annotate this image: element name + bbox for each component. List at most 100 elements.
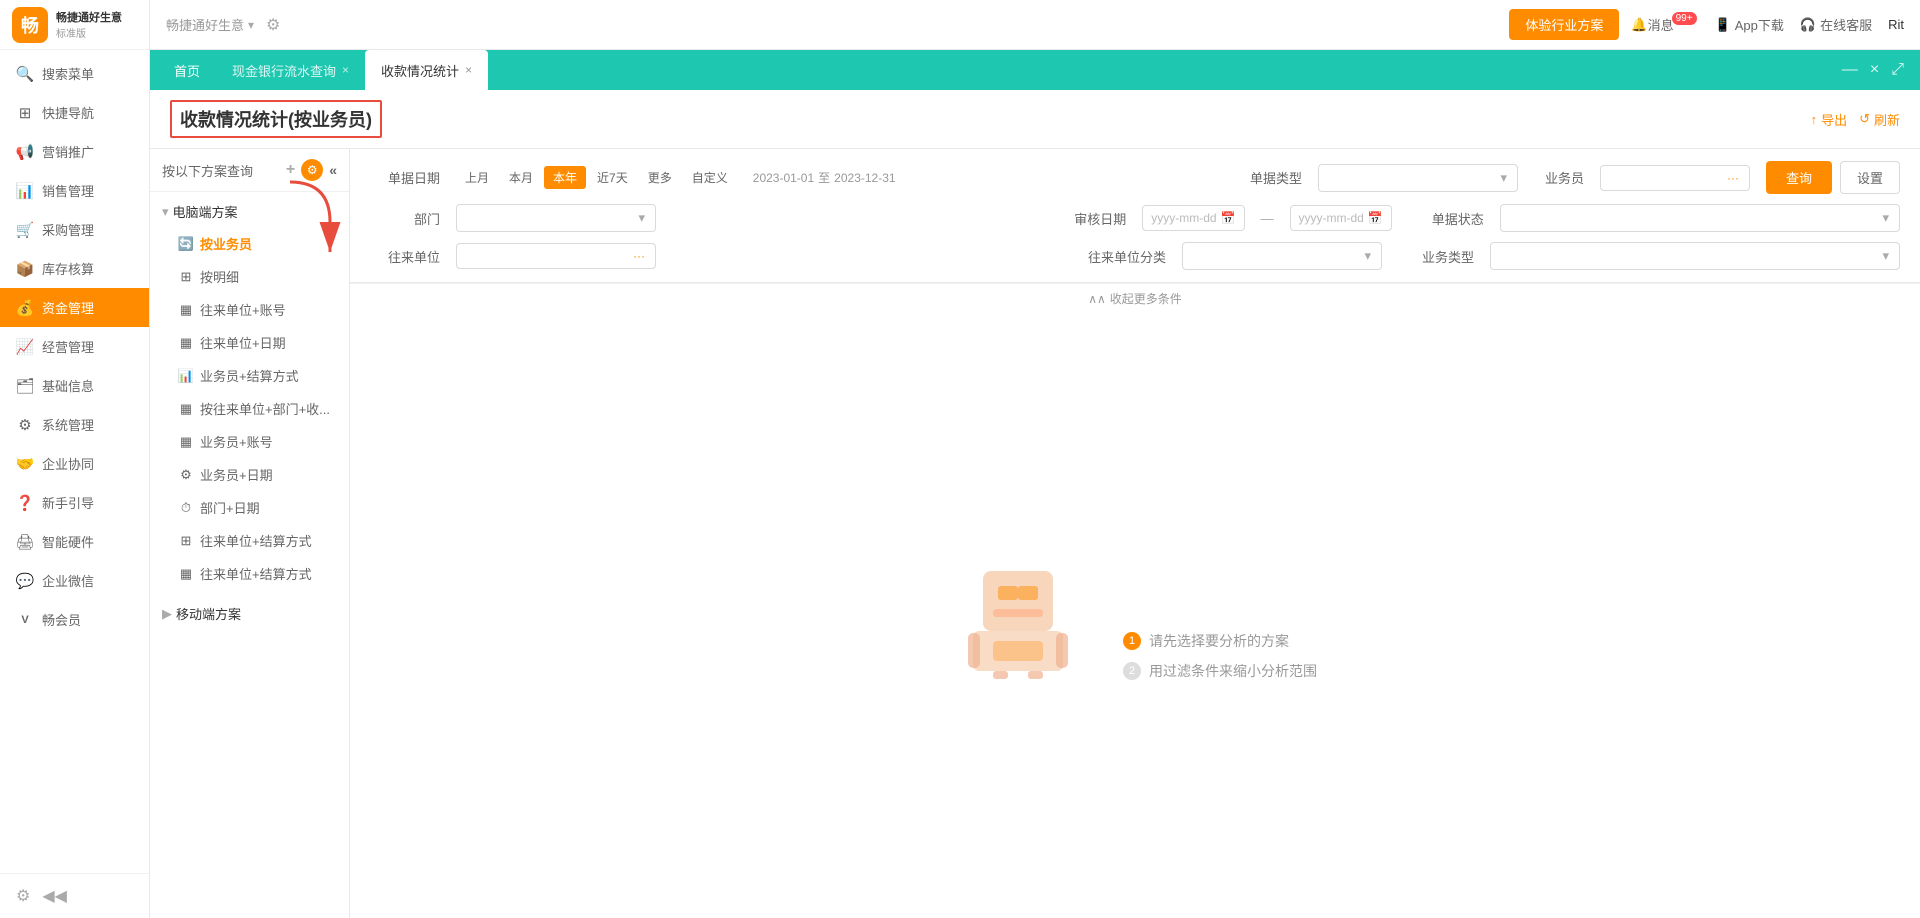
sidebar-item-marketing[interactable]: 📢 营销推广 (0, 132, 149, 171)
scheme-settings-btn[interactable]: ⚙ (301, 159, 323, 181)
scheme-item-unit-account[interactable]: ▦ 往来单位+账号 (150, 293, 349, 326)
tab-home[interactable]: 首页 (158, 50, 216, 90)
tab-minimize-icon[interactable]: — (1842, 61, 1858, 79)
scheme-mobile-label: 移动端方案 (176, 604, 241, 623)
biz-type-select[interactable]: ▾ (1490, 242, 1900, 270)
scheme-item-salesperson-date[interactable]: ⚙ 业务员+日期 (150, 458, 349, 491)
scheme-active-icon: 🔄 (178, 236, 194, 252)
scheme-item-unit-dept[interactable]: ▦ 按往来单位+部门+收... (150, 392, 349, 425)
tab-collection-close[interactable]: × (465, 63, 472, 77)
scheme-item-dept-date[interactable]: ⏱ 部门+日期 (150, 491, 349, 524)
sidebar-item-purchase[interactable]: 🛒 采购管理 (0, 210, 149, 249)
counterpart-select[interactable]: ··· (456, 243, 656, 269)
sidebar-item-search[interactable]: 🔍 搜索菜单 (0, 54, 149, 93)
refresh-icon: ↺ (1859, 111, 1870, 127)
settings-bottom-icon[interactable]: ⚙ (16, 886, 30, 906)
scheme-group-label: 电脑端方案 (173, 202, 238, 221)
online-service-btn[interactable]: 🎧 在线客服 (1800, 15, 1872, 34)
scheme-item-unit-settlement1[interactable]: ⊞ 往来单位+结算方式 (150, 524, 349, 557)
collapse-sidebar-icon[interactable]: ◀◀ (42, 886, 67, 906)
tabbar-controls: — × ⤢ (1834, 61, 1912, 79)
app-download-btn[interactable]: 📱 App下载 (1715, 15, 1784, 34)
collapse-icon: ∧∧ (1088, 292, 1106, 306)
salesperson-label: 业务员 (1534, 168, 1584, 187)
chevron-down-dept: ▾ (638, 210, 645, 226)
refresh-btn[interactable]: ↺ 刷新 (1859, 110, 1900, 129)
sidebar-item-wechat[interactable]: 💬 企业微信 (0, 561, 149, 600)
scheme-item-salesperson[interactable]: 🔄 按业务员 (150, 227, 349, 260)
scheme-salesperson-settlement-icon: 📊 (178, 368, 194, 384)
scheme-group-mobile[interactable]: ▶ 移动端方案 (150, 598, 349, 629)
filter-area: 单据日期 上月 本月 本年 近7天 更多 自定义 2023-01-01 至 (350, 149, 1920, 283)
counterpart-class-select[interactable]: ▾ (1182, 242, 1382, 270)
scheme-detail-icon: ⊞ (178, 269, 194, 285)
scheme-item-salesperson-account[interactable]: ▦ 业务员+账号 (150, 425, 349, 458)
chevron-down-icon: ▾ (248, 18, 254, 32)
salesperson-select[interactable]: ··· (1600, 165, 1750, 191)
sidebar-item-quicknav[interactable]: ⊞ 快捷导航 (0, 93, 149, 132)
basic-icon: 🗂 (16, 377, 34, 395)
scheme-unit-settlement2-icon: ▦ (178, 566, 194, 582)
user-avatar[interactable]: Rit (1888, 17, 1904, 32)
hardware-icon: 🖨 (16, 533, 34, 551)
shortcut-more[interactable]: 更多 (639, 166, 681, 189)
trial-btn[interactable]: 体验行业方案 (1509, 9, 1619, 40)
shortcut-this-year[interactable]: 本年 (544, 166, 586, 189)
add-scheme-btn[interactable]: + (286, 161, 295, 179)
notification-area[interactable]: 🔔 消息 99+ (1631, 15, 1698, 34)
scheme-item-salesperson-settlement[interactable]: 📊 业务员+结算方式 (150, 359, 349, 392)
empty-robot-image (953, 551, 1083, 681)
sidebar-logo: 畅 畅捷通好生意 标准版 (0, 0, 149, 50)
left-panel-title: 按以下方案查询 (162, 161, 280, 180)
sidebar-item-system[interactable]: ⚙ 系统管理 (0, 405, 149, 444)
logo-text: 畅捷通好生意 标准版 (56, 9, 122, 40)
sidebar-item-sales[interactable]: 📊 销售管理 (0, 171, 149, 210)
date-end-value: 2023-12-31 (834, 171, 895, 185)
tab-bank-close[interactable]: × (342, 63, 349, 77)
settings-btn[interactable]: 设置 (1840, 161, 1900, 194)
review-date-end[interactable]: yyyy-mm-dd 📅 (1290, 205, 1392, 231)
collapse-filter-btn[interactable]: ∧∧ 收起更多条件 (350, 283, 1920, 313)
scheme-salesperson-date-icon: ⚙ (178, 467, 194, 483)
sidebar-item-hardware[interactable]: 🖨 智能硬件 (0, 522, 149, 561)
chevron-down-doc-type: ▾ (1500, 170, 1507, 186)
sidebar-item-enterprise[interactable]: 🤝 企业协同 (0, 444, 149, 483)
shortcut-7days[interactable]: 近7天 (588, 166, 637, 189)
tab-bank[interactable]: 现金银行流水查询 × (216, 50, 365, 90)
scheme-unit-dept-icon: ▦ (178, 401, 194, 417)
query-btn[interactable]: 查询 (1766, 161, 1832, 194)
enterprise-icon: 🤝 (16, 455, 34, 473)
doc-type-select[interactable]: ▾ (1318, 164, 1518, 192)
member-icon: V (16, 611, 34, 629)
sidebar-nav: 🔍 搜索菜单 ⊞ 快捷导航 📢 营销推广 📊 销售管理 🛒 采购管理 📦 库存核… (0, 50, 149, 873)
shortcut-custom[interactable]: 自定义 (683, 166, 737, 189)
sidebar-item-capital[interactable]: 💰 资金管理 (0, 288, 149, 327)
export-icon: ↑ (1811, 112, 1818, 127)
dept-select[interactable]: ▾ (456, 204, 656, 232)
sidebar-item-guide[interactable]: ❓ 新手引导 (0, 483, 149, 522)
topbar-title-select[interactable]: 畅捷通好生意 ▾ (166, 15, 254, 34)
wechat-icon: 💬 (16, 572, 34, 590)
tab-collection[interactable]: 收款情况统计 × (365, 50, 488, 90)
scheme-dept-date-icon: ⏱ (178, 500, 194, 516)
sidebar-item-inventory[interactable]: 📦 库存核算 (0, 249, 149, 288)
topbar-gear-icon[interactable]: ⚙ (266, 15, 280, 35)
tab-close-all-icon[interactable]: × (1870, 61, 1879, 79)
tab-expand-icon[interactable]: ⤢ (1891, 61, 1904, 79)
sidebar-item-member[interactable]: V 畅会员 (0, 600, 149, 639)
export-btn[interactable]: ↑ 导出 (1811, 110, 1848, 129)
scheme-group-desktop[interactable]: ▾ 电脑端方案 (150, 196, 349, 227)
sidebar-item-operation[interactable]: 📈 经营管理 (0, 327, 149, 366)
scheme-section-desktop: ▾ 电脑端方案 🔄 按业务员 ⊞ 按明细 ▦ 往来单位+账号 (150, 192, 349, 594)
shortcut-this-month[interactable]: 本月 (500, 166, 542, 189)
scheme-item-detail[interactable]: ⊞ 按明细 (150, 260, 349, 293)
scheme-unit-date-icon: ▦ (178, 335, 194, 351)
filter-row-1: 单据日期 上月 本月 本年 近7天 更多 自定义 2023-01-01 至 (370, 161, 1900, 194)
collapse-panel-btn[interactable]: « (329, 162, 337, 178)
review-date-start[interactable]: yyyy-mm-dd 📅 (1142, 205, 1244, 231)
scheme-item-unit-settlement2[interactable]: ▦ 往来单位+结算方式 (150, 557, 349, 590)
sidebar-item-basic[interactable]: 🗂 基础信息 (0, 366, 149, 405)
doc-status-select[interactable]: ▾ (1500, 204, 1900, 232)
scheme-item-unit-date[interactable]: ▦ 往来单位+日期 (150, 326, 349, 359)
shortcut-last-month[interactable]: 上月 (456, 166, 498, 189)
